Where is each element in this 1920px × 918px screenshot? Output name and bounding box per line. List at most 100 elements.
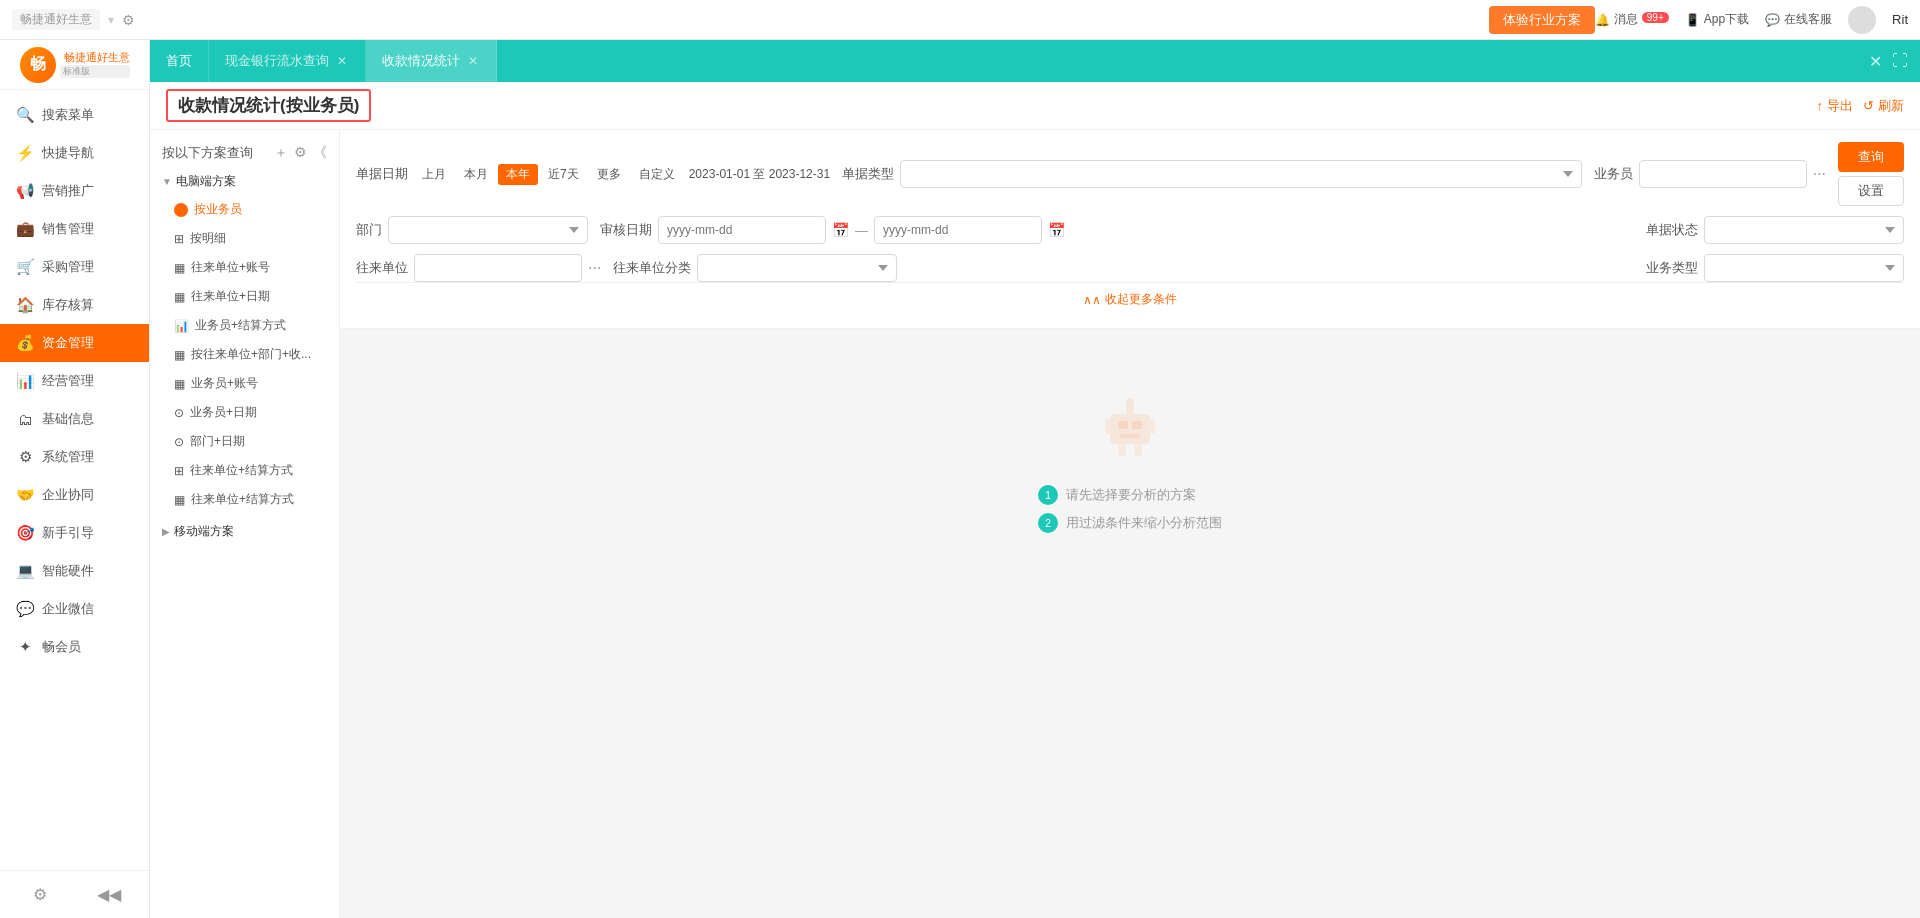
download-icon: 📱 [1685,13,1700,27]
salesperson-label: 业务员 [1594,165,1633,183]
review-date-start[interactable] [658,216,826,244]
user-avatar[interactable] [1848,6,1876,34]
app-download-button[interactable]: 📱 App下载 [1685,11,1749,28]
mobile-section: ▶ 移动端方案 [150,518,339,549]
svg-rect-0 [1110,414,1150,444]
settings-icon[interactable]: ⚙ [122,12,135,28]
sidebar-item-purchase[interactable]: 🛒 采购管理 [0,248,149,286]
lp-item-salesperson-date[interactable]: ⊙ 业务员+日期 [150,398,339,427]
tab-collection-close[interactable]: ✕ [466,52,480,70]
svg-rect-9 [1134,444,1142,456]
calendar-icon-2[interactable]: 📅 [1048,222,1065,238]
svg-rect-8 [1118,444,1126,456]
biz-type-select[interactable] [1704,254,1904,282]
date-tabs: 上月 本月 本年 近7天 更多 自定义 [414,164,683,185]
tab-expand-btn[interactable]: ⛶ [1892,52,1908,70]
query-button[interactable]: 查询 [1838,142,1904,172]
sidebar-item-wechat[interactable]: 💬 企业微信 [0,590,149,628]
tab-home[interactable]: 首页 [150,40,209,82]
biz-type-label: 业务类型 [1646,259,1698,277]
sidebar-settings-button[interactable]: ⚙ [8,879,72,910]
sidebar-item-ops[interactable]: 📊 经营管理 [0,362,149,400]
date-tab-last-month[interactable]: 上月 [414,164,454,185]
sidebar-item-hardware[interactable]: 💻 智能硬件 [0,552,149,590]
lp-item-by-salesperson[interactable]: 按业务员 [150,195,339,224]
counterpart-cell: 往来单位 ··· [356,254,601,282]
date-tab-this-year[interactable]: 本年 [498,164,538,185]
sidebar-item-sales[interactable]: 💼 销售管理 [0,210,149,248]
counterpart-category-select[interactable] [697,254,897,282]
lp-add-button[interactable]: ＋ [274,144,288,162]
doc-type-select[interactable] [900,160,1582,188]
lp-collapse-button[interactable]: 《 [313,144,327,162]
date-tab-more[interactable]: 更多 [589,164,629,185]
collapse-bar[interactable]: ∧∧ 收起更多条件 [356,282,1904,316]
counterpart-dots[interactable]: ··· [588,259,601,277]
lp-item-salesperson-account[interactable]: ▦ 业务员+账号 [150,369,339,398]
refresh-label: 刷新 [1878,97,1904,115]
lp-settings-button[interactable]: ⚙ [294,144,307,162]
date-tab-this-month[interactable]: 本月 [456,164,496,185]
lp-item-counterpart-settlement1[interactable]: ⊞ 往来单位+结算方式 [150,456,339,485]
salesperson-input[interactable] [1639,160,1807,188]
biz-type-cell: 业务类型 [1646,254,1904,282]
lp-item-dept-date[interactable]: ⊙ 部门+日期 [150,427,339,456]
date-tab-7days[interactable]: 近7天 [540,164,587,185]
svg-rect-2 [1132,421,1142,429]
export-button[interactable]: ↑ 导出 [1817,97,1854,115]
sidebar-item-system[interactable]: ⚙ 系统管理 [0,438,149,476]
sidebar-item-search[interactable]: 🔍 搜索菜单 [0,96,149,134]
counterpart-input[interactable] [414,254,582,282]
empty-tip-2: 2 用过滤条件来缩小分析范围 [1038,513,1222,533]
sidebar-item-vip[interactable]: ✦ 畅会员 [0,628,149,666]
lp-item-salesperson-settlement[interactable]: 📊 业务员+结算方式 [150,311,339,340]
desktop-section-header[interactable]: ▼ 电脑端方案 [150,168,339,195]
review-date-end[interactable] [874,216,1042,244]
sidebar-item-inventory[interactable]: 🏠 库存核算 [0,286,149,324]
lp-item-counterpart-date[interactable]: ▦ 往来单位+日期 [150,282,339,311]
date-tab-custom[interactable]: 自定义 [631,164,683,185]
settings-button[interactable]: 设置 [1838,176,1904,206]
sidebar-collapse-button[interactable]: ◀◀ [78,879,142,910]
tab-close-btn[interactable]: ✕ [1869,52,1882,71]
main-layout: 畅 畅捷通好生意 标准版 🔍 搜索菜单 ⚡ 快捷导航 📢 营销推广 💼 销售管理 [0,40,1920,918]
calendar-icon-1[interactable]: 📅 [832,222,849,238]
tab-bank[interactable]: 现金银行流水查询 ✕ [209,40,366,82]
sidebar-item-enterprise[interactable]: 🤝 企业协同 [0,476,149,514]
empty-icon [1090,389,1170,469]
sidebar-item-quick[interactable]: ⚡ 快捷导航 [0,134,149,172]
refresh-button[interactable]: ↺ 刷新 [1863,97,1904,115]
date-range-text: 2023-01-01 至 2023-12-31 [689,166,830,183]
messages-button[interactable]: 🔔 消息 99+ [1595,11,1669,28]
date-label: 单据日期 [356,165,408,183]
lp-item-counterpart-account[interactable]: ▦ 往来单位+账号 [150,253,339,282]
tab-collection[interactable]: 收款情况统计 ✕ [366,40,497,82]
tip-text-2: 用过滤条件来缩小分析范围 [1066,514,1222,532]
sidebar-item-basic[interactable]: 🗂 基础信息 [0,400,149,438]
doc-status-select[interactable] [1704,216,1904,244]
doc-status-cell: 单据状态 [1646,216,1904,244]
lp-item-counterpart-settlement2[interactable]: ▦ 往来单位+结算方式 [150,485,339,514]
inventory-icon: 🏠 [16,296,34,314]
dept-cell: 部门 [356,216,588,244]
mobile-section-header[interactable]: ▶ 移动端方案 [150,518,339,545]
content-area: 首页 现金银行流水查询 ✕ 收款情况统计 ✕ ✕ ⛶ 收款情况统计(按业务员) [150,40,1920,918]
filter-row-3: 往来单位 ··· 往来单位分类 业务类型 [356,254,1904,282]
lp-item-counterpart-dept[interactable]: ▦ 按往来单位+部门+收... [150,340,339,369]
dept-select[interactable] [388,216,588,244]
sidebar-item-guide[interactable]: 🎯 新手引导 [0,514,149,552]
sidebar-item-finance[interactable]: 💰 资金管理 [0,324,149,362]
body-area: 按以下方案查询 ＋ ⚙ 《 ▼ 电脑端方案 [150,130,1920,918]
online-service-button[interactable]: 💬 在线客服 [1765,11,1832,28]
lp-item-label-by-detail: 按明细 [190,230,226,247]
tab-bank-close[interactable]: ✕ [335,52,349,70]
lp-item-by-detail[interactable]: ⊞ 按明细 [150,224,339,253]
salesperson-dots[interactable]: ··· [1813,165,1826,183]
tab-bar-right: ✕ ⛶ [1869,52,1920,71]
export-icon: ↑ [1817,98,1824,113]
table-icon-4: ▦ [174,377,185,391]
sidebar-item-marketing[interactable]: 📢 营销推广 [0,172,149,210]
page-actions: ↑ 导出 ↺ 刷新 [1817,97,1905,115]
trial-button[interactable]: 体验行业方案 [1489,6,1595,34]
enterprise-icon: 🤝 [16,486,34,504]
